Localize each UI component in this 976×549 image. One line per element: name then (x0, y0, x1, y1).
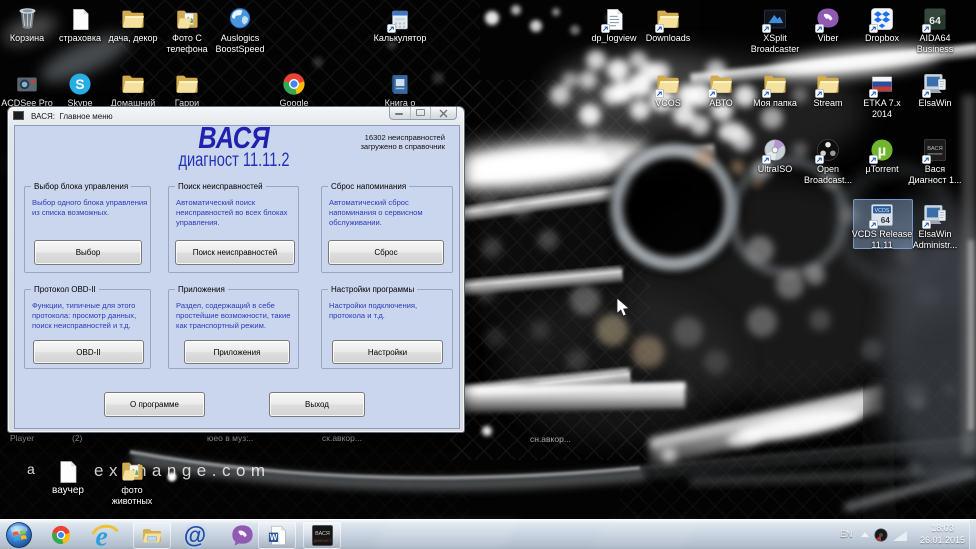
svg-text:диагност: диагност (313, 537, 331, 542)
svg-text:ВАСЯ: ВАСЯ (315, 530, 330, 536)
